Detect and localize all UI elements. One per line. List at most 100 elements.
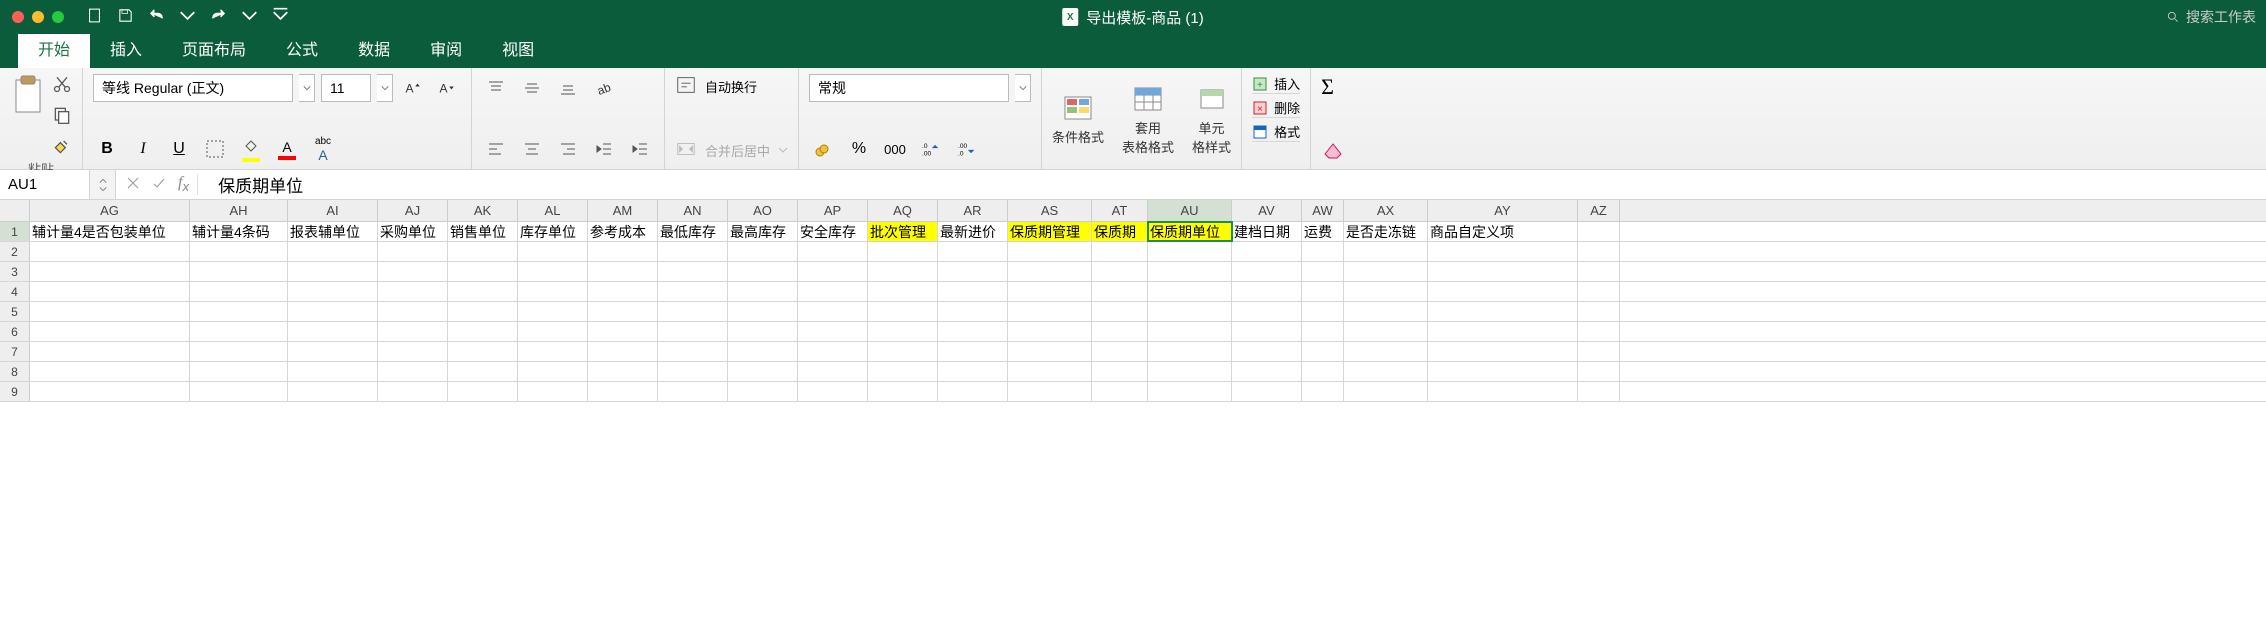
column-header[interactable]: AY bbox=[1428, 200, 1578, 221]
cell[interactable] bbox=[1008, 382, 1092, 401]
column-header[interactable]: AN bbox=[658, 200, 728, 221]
cell[interactable] bbox=[1578, 302, 1620, 321]
column-header[interactable]: AS bbox=[1008, 200, 1092, 221]
cell[interactable] bbox=[1428, 282, 1578, 301]
cell[interactable] bbox=[798, 262, 868, 281]
column-header[interactable]: AR bbox=[938, 200, 1008, 221]
tab-formulas[interactable]: 公式 bbox=[266, 28, 338, 68]
cell[interactable] bbox=[518, 362, 588, 381]
column-header[interactable]: AL bbox=[518, 200, 588, 221]
select-all-corner[interactable] bbox=[0, 200, 30, 221]
cell[interactable] bbox=[1092, 342, 1148, 361]
decrease-decimal-icon[interactable]: .00.0 bbox=[953, 135, 981, 163]
cell[interactable] bbox=[518, 342, 588, 361]
cell[interactable] bbox=[448, 282, 518, 301]
name-box[interactable]: AU1 bbox=[0, 170, 90, 199]
cell[interactable] bbox=[588, 262, 658, 281]
cell[interactable] bbox=[30, 342, 190, 361]
row-header[interactable]: 1 bbox=[0, 222, 30, 241]
column-header[interactable]: AT bbox=[1092, 200, 1148, 221]
cell[interactable] bbox=[30, 382, 190, 401]
cell[interactable] bbox=[1148, 382, 1232, 401]
align-left-icon[interactable] bbox=[482, 135, 510, 163]
cell[interactable] bbox=[288, 302, 378, 321]
cell[interactable] bbox=[1232, 322, 1302, 341]
cell[interactable] bbox=[1148, 362, 1232, 381]
chevron-down-icon[interactable] bbox=[179, 7, 196, 27]
cell[interactable] bbox=[1232, 342, 1302, 361]
cell[interactable] bbox=[378, 262, 448, 281]
column-header[interactable]: AO bbox=[728, 200, 798, 221]
cell[interactable] bbox=[288, 262, 378, 281]
column-header[interactable]: AX bbox=[1344, 200, 1428, 221]
row-header[interactable]: 5 bbox=[0, 302, 30, 321]
cell[interactable] bbox=[1578, 362, 1620, 381]
cell[interactable] bbox=[30, 282, 190, 301]
cell[interactable]: 商品自定义项 bbox=[1428, 222, 1578, 241]
cancel-edit-icon[interactable] bbox=[126, 176, 140, 193]
cell[interactable]: 保质期管理 bbox=[1008, 222, 1092, 241]
tab-page-layout[interactable]: 页面布局 bbox=[162, 28, 266, 68]
new-file-icon[interactable] bbox=[86, 7, 103, 27]
column-header[interactable]: AH bbox=[190, 200, 288, 221]
cell[interactable] bbox=[798, 302, 868, 321]
font-color-button[interactable]: A bbox=[273, 135, 301, 163]
confirm-edit-icon[interactable] bbox=[152, 176, 166, 193]
autosum-icon[interactable]: Σ bbox=[1321, 74, 1334, 100]
cell[interactable] bbox=[1232, 382, 1302, 401]
tab-data[interactable]: 数据 bbox=[338, 28, 410, 68]
column-header[interactable]: AZ bbox=[1578, 200, 1620, 221]
cell[interactable] bbox=[448, 322, 518, 341]
row-header[interactable]: 6 bbox=[0, 322, 30, 341]
cell[interactable] bbox=[1148, 282, 1232, 301]
cell[interactable] bbox=[1232, 242, 1302, 261]
cell[interactable]: 采购单位 bbox=[378, 222, 448, 241]
cell[interactable] bbox=[518, 382, 588, 401]
cell[interactable] bbox=[1232, 282, 1302, 301]
cell[interactable] bbox=[1148, 262, 1232, 281]
fx-icon[interactable]: fx bbox=[178, 174, 198, 194]
increase-decimal-icon[interactable]: .0.00 bbox=[917, 135, 945, 163]
cell[interactable] bbox=[868, 242, 938, 261]
cell[interactable] bbox=[1578, 282, 1620, 301]
cell[interactable] bbox=[1148, 342, 1232, 361]
currency-icon[interactable] bbox=[809, 135, 837, 163]
name-box-stepper[interactable] bbox=[90, 170, 116, 199]
cell[interactable] bbox=[588, 362, 658, 381]
wrap-text-icon[interactable] bbox=[675, 74, 697, 99]
cell[interactable]: 保质期 bbox=[1092, 222, 1148, 241]
cell[interactable] bbox=[1092, 362, 1148, 381]
conditional-format-button[interactable]: 条件格式 bbox=[1052, 91, 1104, 146]
cell-styles-button[interactable]: 单元 格样式 bbox=[1192, 82, 1231, 156]
cell[interactable] bbox=[868, 362, 938, 381]
cell[interactable]: 是否走冻链 bbox=[1344, 222, 1428, 241]
cell[interactable] bbox=[1428, 242, 1578, 261]
cell[interactable] bbox=[448, 362, 518, 381]
cell[interactable] bbox=[190, 242, 288, 261]
column-header[interactable]: AG bbox=[30, 200, 190, 221]
cell[interactable] bbox=[190, 282, 288, 301]
column-header[interactable]: AU bbox=[1148, 200, 1232, 221]
cell[interactable] bbox=[190, 262, 288, 281]
cell[interactable] bbox=[1344, 262, 1428, 281]
cell[interactable] bbox=[938, 362, 1008, 381]
comma-style-icon[interactable]: 000 bbox=[881, 135, 909, 163]
cell[interactable] bbox=[868, 262, 938, 281]
column-header[interactable]: AP bbox=[798, 200, 868, 221]
align-center-icon[interactable] bbox=[518, 135, 546, 163]
cell[interactable] bbox=[1092, 382, 1148, 401]
cell[interactable]: 参考成本 bbox=[588, 222, 658, 241]
cell[interactable] bbox=[938, 282, 1008, 301]
cell[interactable] bbox=[378, 322, 448, 341]
cell[interactable] bbox=[868, 322, 938, 341]
number-format-select[interactable]: 常规 bbox=[809, 74, 1009, 102]
cell[interactable] bbox=[1428, 362, 1578, 381]
cell[interactable] bbox=[588, 242, 658, 261]
column-header[interactable]: AW bbox=[1302, 200, 1344, 221]
cell[interactable]: 报表辅单位 bbox=[288, 222, 378, 241]
cell[interactable] bbox=[448, 242, 518, 261]
cell[interactable] bbox=[1008, 242, 1092, 261]
cell[interactable] bbox=[938, 242, 1008, 261]
cell[interactable] bbox=[288, 242, 378, 261]
cell[interactable] bbox=[1092, 322, 1148, 341]
